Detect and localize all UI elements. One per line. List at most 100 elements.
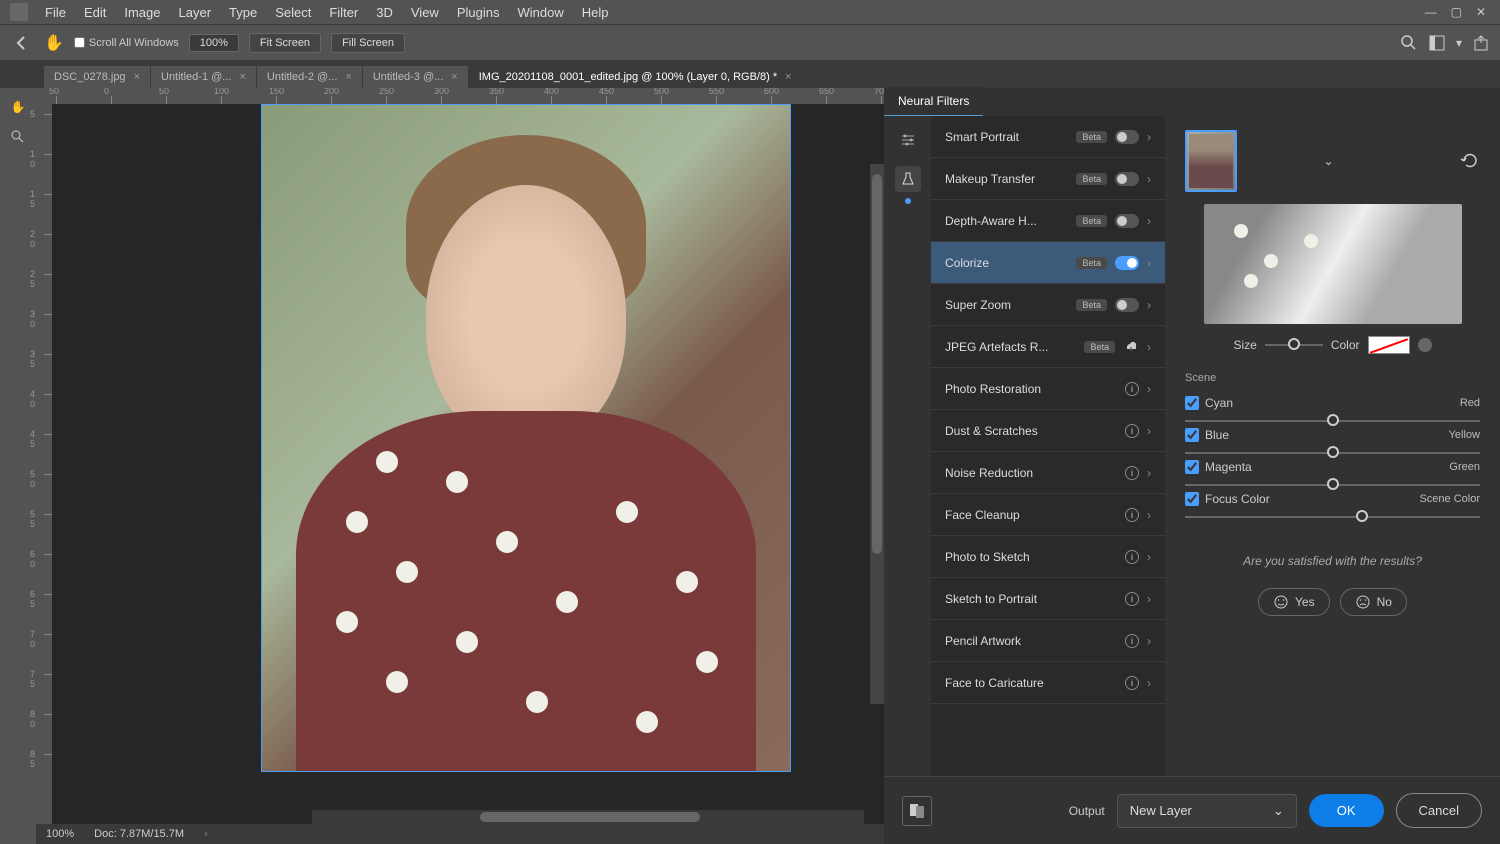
horizontal-scrollbar[interactable] <box>312 810 864 824</box>
close-tab-icon[interactable]: × <box>345 71 351 83</box>
info-icon[interactable]: i <box>1125 508 1139 522</box>
filter-row-sketch-to-portrait[interactable]: Sketch to Portraiti› <box>931 578 1165 620</box>
slider-checkbox[interactable] <box>1185 428 1199 442</box>
layer-preview-icon[interactable] <box>902 796 932 826</box>
filter-row-depth-aware-h-[interactable]: Depth-Aware H...Beta› <box>931 200 1165 242</box>
menu-plugins[interactable]: Plugins <box>448 5 509 20</box>
workspace-icon[interactable] <box>1428 34 1446 52</box>
zoom-tool-icon[interactable] <box>7 126 29 148</box>
color-slider[interactable] <box>1185 516 1480 518</box>
share-icon[interactable] <box>1472 34 1490 52</box>
filter-row-colorize[interactable]: ColorizeBeta› <box>931 242 1165 284</box>
info-icon[interactable]: i <box>1125 424 1139 438</box>
filter-row-face-to-caricature[interactable]: Face to Caricaturei› <box>931 662 1165 704</box>
chevron-down-icon[interactable]: ▾ <box>1456 36 1462 50</box>
filter-toggle[interactable] <box>1115 130 1139 144</box>
hand-tool-icon[interactable]: ✋ <box>7 96 29 118</box>
tab-label: Untitled-2 @... <box>267 71 337 83</box>
menu-window[interactable]: Window <box>508 5 572 20</box>
filter-toggle[interactable] <box>1115 298 1139 312</box>
fill-screen-button[interactable]: Fill Screen <box>331 33 405 53</box>
close-tab-icon[interactable]: × <box>451 71 457 83</box>
filter-row-makeup-transfer[interactable]: Makeup TransferBeta› <box>931 158 1165 200</box>
close-icon[interactable]: ✕ <box>1476 5 1486 19</box>
menu-view[interactable]: View <box>402 5 448 20</box>
menu-file[interactable]: File <box>36 5 75 20</box>
beta-badge: Beta <box>1076 257 1107 269</box>
color-picker-icon[interactable] <box>1418 338 1432 352</box>
neural-filters-tab[interactable]: Neural Filters <box>884 87 983 117</box>
back-icon[interactable] <box>10 31 34 55</box>
no-button[interactable]: No <box>1340 588 1407 616</box>
close-tab-icon[interactable]: × <box>134 71 140 83</box>
scene-section-label: Scene <box>1185 372 1480 384</box>
filter-row-photo-restoration[interactable]: Photo Restorationi› <box>931 368 1165 410</box>
close-tab-icon[interactable]: × <box>239 71 245 83</box>
info-icon[interactable]: i <box>1125 592 1139 606</box>
sliders-icon[interactable] <box>898 130 918 150</box>
info-icon[interactable]: i <box>1125 550 1139 564</box>
color-slider[interactable] <box>1185 420 1480 422</box>
document-tab[interactable]: DSC_0278.jpg× <box>44 66 151 88</box>
filter-toggle[interactable] <box>1115 256 1139 270</box>
chevron-down-icon[interactable]: ⌄ <box>1323 154 1333 168</box>
output-select[interactable]: New Layer ⌄ <box>1117 794 1297 828</box>
maximize-icon[interactable]: ▢ <box>1451 5 1462 19</box>
zoom-value[interactable]: 100% <box>189 34 239 52</box>
menu-edit[interactable]: Edit <box>75 5 115 20</box>
document-tab[interactable]: Untitled-3 @...× <box>363 66 469 88</box>
filter-row-photo-to-sketch[interactable]: Photo to Sketchi› <box>931 536 1165 578</box>
close-tab-icon[interactable]: × <box>785 71 791 83</box>
info-icon[interactable]: i <box>1125 466 1139 480</box>
canvas-viewport[interactable] <box>52 104 884 824</box>
slider-checkbox[interactable] <box>1185 396 1199 410</box>
document-tab[interactable]: Untitled-1 @...× <box>151 66 257 88</box>
menu-type[interactable]: Type <box>220 5 266 20</box>
color-slider[interactable] <box>1185 452 1480 454</box>
filter-row-face-cleanup[interactable]: Face Cleanupi› <box>931 494 1165 536</box>
color-slider[interactable] <box>1185 484 1480 486</box>
status-arrow-icon[interactable]: › <box>204 828 208 840</box>
document-tab[interactable]: IMG_20201108_0001_edited.jpg @ 100% (Lay… <box>469 66 803 88</box>
slider-checkbox[interactable] <box>1185 460 1199 474</box>
filter-toggle[interactable] <box>1115 172 1139 186</box>
cancel-button[interactable]: Cancel <box>1396 793 1482 828</box>
reset-icon[interactable] <box>1460 151 1480 171</box>
document-tab[interactable]: Untitled-2 @... × <box>257 66 363 88</box>
slider-left-label: Magenta <box>1205 460 1252 474</box>
filter-row-noise-reduction[interactable]: Noise Reductioni› <box>931 452 1165 494</box>
menu-help[interactable]: Help <box>573 5 618 20</box>
download-cloud-icon[interactable] <box>1123 337 1139 356</box>
info-icon[interactable]: i <box>1125 676 1139 690</box>
yes-button[interactable]: Yes <box>1258 588 1330 616</box>
info-icon[interactable]: i <box>1125 382 1139 396</box>
filter-toggle[interactable] <box>1115 214 1139 228</box>
search-icon[interactable] <box>1400 34 1418 52</box>
hand-tool-icon[interactable]: ✋ <box>44 33 64 53</box>
minimize-icon[interactable]: — <box>1425 5 1437 19</box>
scroll-all-windows-checkbox[interactable]: Scroll All Windows <box>74 37 179 49</box>
menu-filter[interactable]: Filter <box>320 5 367 20</box>
menu-layer[interactable]: Layer <box>170 5 221 20</box>
filter-row-pencil-artwork[interactable]: Pencil Artworki› <box>931 620 1165 662</box>
slider-checkbox[interactable] <box>1185 492 1199 506</box>
info-icon[interactable]: i <box>1125 634 1139 648</box>
ok-button[interactable]: OK <box>1309 794 1384 827</box>
preview-image[interactable] <box>1204 204 1462 324</box>
vertical-scrollbar[interactable] <box>870 164 884 704</box>
fit-screen-button[interactable]: Fit Screen <box>249 33 321 53</box>
filter-name: Photo to Sketch <box>945 550 1117 564</box>
feedback-prompt: Are you satisfied with the results? <box>1185 554 1480 568</box>
filter-row-dust-scratches[interactable]: Dust & Scratchesi› <box>931 410 1165 452</box>
menu-select[interactable]: Select <box>266 5 320 20</box>
color-swatch[interactable] <box>1368 336 1410 354</box>
menu-image[interactable]: Image <box>115 5 169 20</box>
size-slider[interactable] <box>1265 344 1323 346</box>
filter-row-jpeg-artefacts-r-[interactable]: JPEG Artefacts R...Beta› <box>931 326 1165 368</box>
filter-name: Face Cleanup <box>945 508 1117 522</box>
filter-row-smart-portrait[interactable]: Smart PortraitBeta› <box>931 116 1165 158</box>
menu-3d[interactable]: 3D <box>367 5 402 20</box>
filter-row-super-zoom[interactable]: Super ZoomBeta› <box>931 284 1165 326</box>
flask-icon[interactable] <box>895 166 921 192</box>
face-thumbnail[interactable] <box>1185 130 1237 192</box>
